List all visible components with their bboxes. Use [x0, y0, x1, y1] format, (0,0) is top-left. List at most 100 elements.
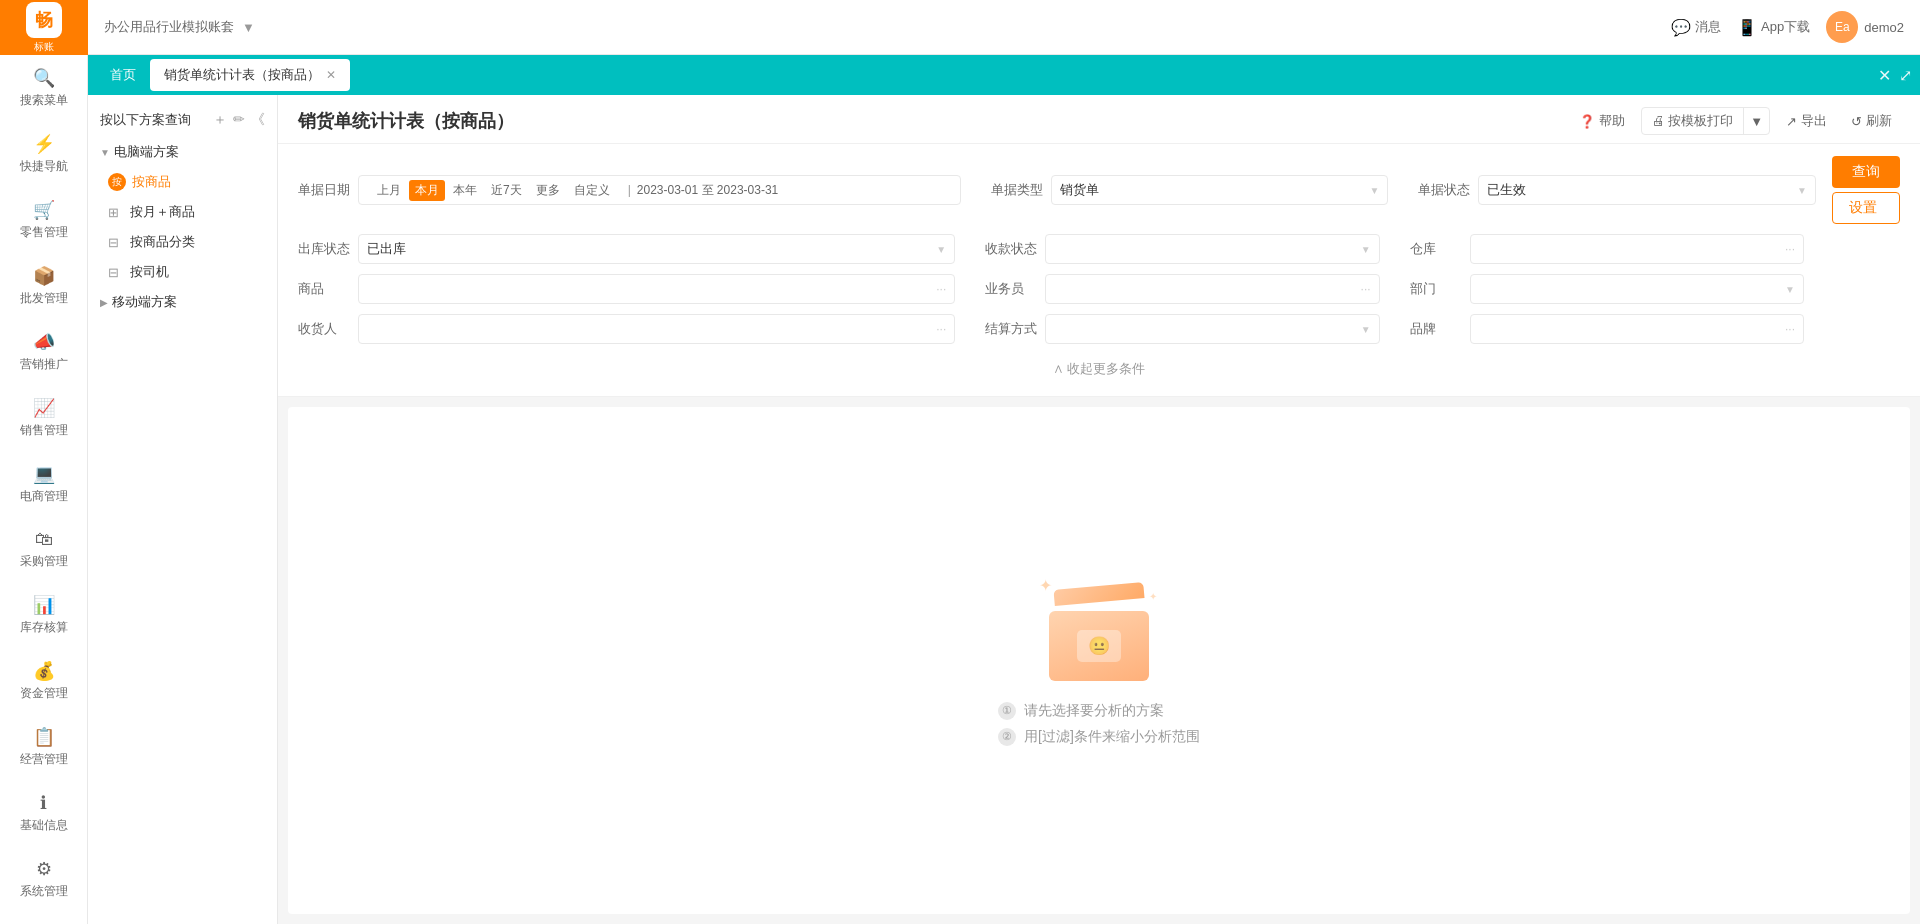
- empty-tip-2: ② 用[过滤]条件来缩小分析范围: [998, 728, 1200, 746]
- page-content: 按以下方案查询 ＋ ✏ 《 ▼ 电脑端方案 按 按商品 ⊞: [88, 95, 1920, 924]
- tab-close-icon[interactable]: ✕: [326, 68, 336, 82]
- sidebar-icon-wholesale: 📦: [33, 265, 55, 287]
- empty-state: 😐 ✦ ✦ ① 请先选择要分析的方案: [998, 576, 1200, 746]
- filter-row-4: 收货人 ··· 结算方式 ▼: [298, 314, 1900, 344]
- template-print-button[interactable]: 🖨 按模板打印 ▼: [1641, 107, 1771, 135]
- tree-group-mobile-header[interactable]: ▶ 移动端方案: [88, 287, 277, 317]
- settings-button[interactable]: 设置: [1832, 192, 1900, 224]
- sidebar-icon-base: ℹ: [40, 792, 47, 814]
- sidebar-label-marketing: 营销推广: [20, 356, 68, 373]
- message-button[interactable]: 💬 消息: [1671, 18, 1721, 37]
- tree-group-mobile: ▶ 移动端方案: [88, 287, 277, 317]
- sidebar-label-base: 基础信息: [20, 817, 68, 834]
- sidebar-item-quick-nav[interactable]: ⚡快捷导航: [0, 121, 87, 187]
- docstatus-select[interactable]: 已生效 ▼: [1478, 175, 1816, 205]
- sidebar-item-purchase[interactable]: 🛍采购管理: [0, 517, 87, 582]
- tree-item-by-cashier[interactable]: ⊟ 按司机: [88, 257, 277, 287]
- tab-close-all-icon[interactable]: ✕: [1878, 66, 1891, 85]
- template-print-arrow-icon[interactable]: ▼: [1744, 110, 1769, 133]
- tree-group-desktop-header[interactable]: ▼ 电脑端方案: [88, 137, 277, 167]
- date-selector[interactable]: 上月本月本年近7天更多自定义 | 2023-03-01 至 2023-03-31: [358, 175, 961, 205]
- date-label: 单据日期: [298, 181, 358, 199]
- tree-group-label: 电脑端方案: [114, 143, 179, 161]
- warehouse-select[interactable]: 已出库 ▼: [358, 234, 955, 264]
- date-range-text: 2023-03-01 至 2023-03-31: [637, 182, 778, 199]
- sidebar-item-finance[interactable]: 💰资金管理: [0, 648, 87, 714]
- sidebar: 畅 标账 🔍搜索菜单⚡快捷导航🛒零售管理📦批发管理📣营销推广📈销售管理💻电商管理…: [0, 0, 88, 924]
- box-face-emoji: 😐: [1088, 635, 1110, 657]
- sidebar-icon-system: ⚙: [36, 858, 52, 880]
- salesman-input[interactable]: ···: [1045, 274, 1379, 304]
- refresh-icon: ↺: [1851, 114, 1862, 129]
- sidebar-icon-search: 🔍: [33, 67, 55, 89]
- logo-icon: 畅: [26, 2, 62, 38]
- sidebar-icon-inventory: 📊: [33, 594, 55, 616]
- settlement-select[interactable]: ▼: [1045, 314, 1379, 344]
- query-button[interactable]: 查询: [1832, 156, 1900, 188]
- collapse-row: ∧ 收起更多条件: [298, 354, 1900, 384]
- date-quick-btn-自定义[interactable]: 自定义: [568, 180, 616, 201]
- product-input[interactable]: ···: [358, 274, 955, 304]
- receiptstatus-select[interactable]: ▼: [1045, 234, 1379, 264]
- brand-input[interactable]: ···: [1470, 314, 1804, 344]
- edit-scheme-button[interactable]: ✏: [233, 111, 245, 129]
- sidebar-item-enterprise[interactable]: 🤝企业协同: [0, 912, 87, 924]
- breadcrumb-arrow[interactable]: ▼: [242, 20, 255, 35]
- tab-expand-icon[interactable]: ⤢: [1899, 66, 1912, 85]
- add-scheme-button[interactable]: ＋: [213, 111, 227, 129]
- tip-num-2: ②: [998, 728, 1016, 746]
- sidebar-item-wholesale[interactable]: 📦批发管理: [0, 253, 87, 319]
- warehouse-arrow-icon: ▼: [936, 244, 946, 255]
- tree-item-label: 按商品: [132, 173, 171, 191]
- tab-home[interactable]: 首页: [96, 59, 150, 91]
- filter-receiptstatus-field: 收款状态 ▼: [985, 234, 1379, 264]
- title-actions: ❓ 帮助 🖨 按模板打印 ▼ ↗ 导出: [1571, 107, 1901, 135]
- sidebar-item-sales[interactable]: 📈销售管理: [0, 385, 87, 451]
- export-button[interactable]: ↗ 导出: [1778, 108, 1835, 134]
- tree-item-icon: 按: [108, 173, 126, 191]
- salesman-label: 业务员: [985, 280, 1045, 298]
- date-quick-btn-更多[interactable]: 更多: [530, 180, 566, 201]
- sidebar-item-inventory[interactable]: 📊库存核算: [0, 582, 87, 648]
- collapse-filter-button[interactable]: ∧ 收起更多条件: [1047, 354, 1152, 384]
- tree-item-by-product[interactable]: 按 按商品: [88, 167, 277, 197]
- warehouse2-input[interactable]: ···: [1470, 234, 1804, 264]
- main: 办公用品行业模拟账套 ▼ 💬 消息 📱 App下载 Ea demo2 首页: [88, 0, 1920, 924]
- template-print-label[interactable]: 🖨 按模板打印: [1642, 108, 1745, 134]
- sidebar-item-marketing[interactable]: 📣营销推广: [0, 319, 87, 385]
- warehouse-label: 出库状态: [298, 240, 358, 258]
- sidebar-item-base[interactable]: ℹ 基础信息: [0, 780, 87, 846]
- doctype-select[interactable]: 销货单 ▼: [1051, 175, 1389, 205]
- header-right: 💬 消息 📱 App下载 Ea demo2: [1671, 11, 1904, 43]
- tree-item-label: 按司机: [130, 263, 169, 281]
- tree-item-by-category[interactable]: ⊟ 按商品分类: [88, 227, 277, 257]
- sidebar-item-search[interactable]: 🔍搜索菜单: [0, 55, 87, 121]
- sidebar-icon-operation: 📋: [33, 726, 55, 748]
- tree-sub-icon: ⊟: [108, 235, 124, 250]
- sidebar-item-operation[interactable]: 📋经营管理: [0, 714, 87, 780]
- date-quick-btn-上月[interactable]: 上月: [371, 180, 407, 201]
- receiver-input[interactable]: ···: [358, 314, 955, 344]
- date-quick-btn-本年[interactable]: 本年: [447, 180, 483, 201]
- doctype-label: 单据类型: [991, 181, 1051, 199]
- page-title-bar: 销货单统计计表（按商品） ❓ 帮助 🖨 按模板打印 ▼ ↗: [278, 95, 1920, 144]
- date-quick-btn-本月[interactable]: 本月: [409, 180, 445, 201]
- tree-item-by-month-product[interactable]: ⊞ 按月＋商品: [88, 197, 277, 227]
- tab-bar-right: ✕ ⤢: [1878, 66, 1912, 85]
- date-quick-btn-近7天[interactable]: 近7天: [485, 180, 528, 201]
- action-buttons: 查询 设置: [1832, 156, 1900, 224]
- sidebar-item-system[interactable]: ⚙系统管理: [0, 846, 87, 912]
- refresh-button[interactable]: ↺ 刷新: [1843, 108, 1900, 134]
- user-avatar-button[interactable]: Ea demo2: [1826, 11, 1904, 43]
- filter-doctype-field: 单据类型 销货单 ▼: [991, 175, 1389, 205]
- sidebar-item-retail[interactable]: 🛒零售管理: [0, 187, 87, 253]
- sidebar-item-ecommerce[interactable]: 💻电商管理: [0, 451, 87, 517]
- department-select[interactable]: ▼: [1470, 274, 1804, 304]
- collapse-panel-button[interactable]: 《: [251, 111, 265, 129]
- app-download-button[interactable]: 📱 App下载: [1737, 18, 1810, 37]
- tree-collapse-icon: ▶: [100, 297, 108, 308]
- help-button[interactable]: ❓ 帮助: [1571, 108, 1633, 134]
- receiptstatus-label: 收款状态: [985, 240, 1045, 258]
- tab-sales-stat[interactable]: 销货单统计计表（按商品） ✕: [150, 59, 350, 91]
- help-icon: ❓: [1579, 114, 1595, 129]
